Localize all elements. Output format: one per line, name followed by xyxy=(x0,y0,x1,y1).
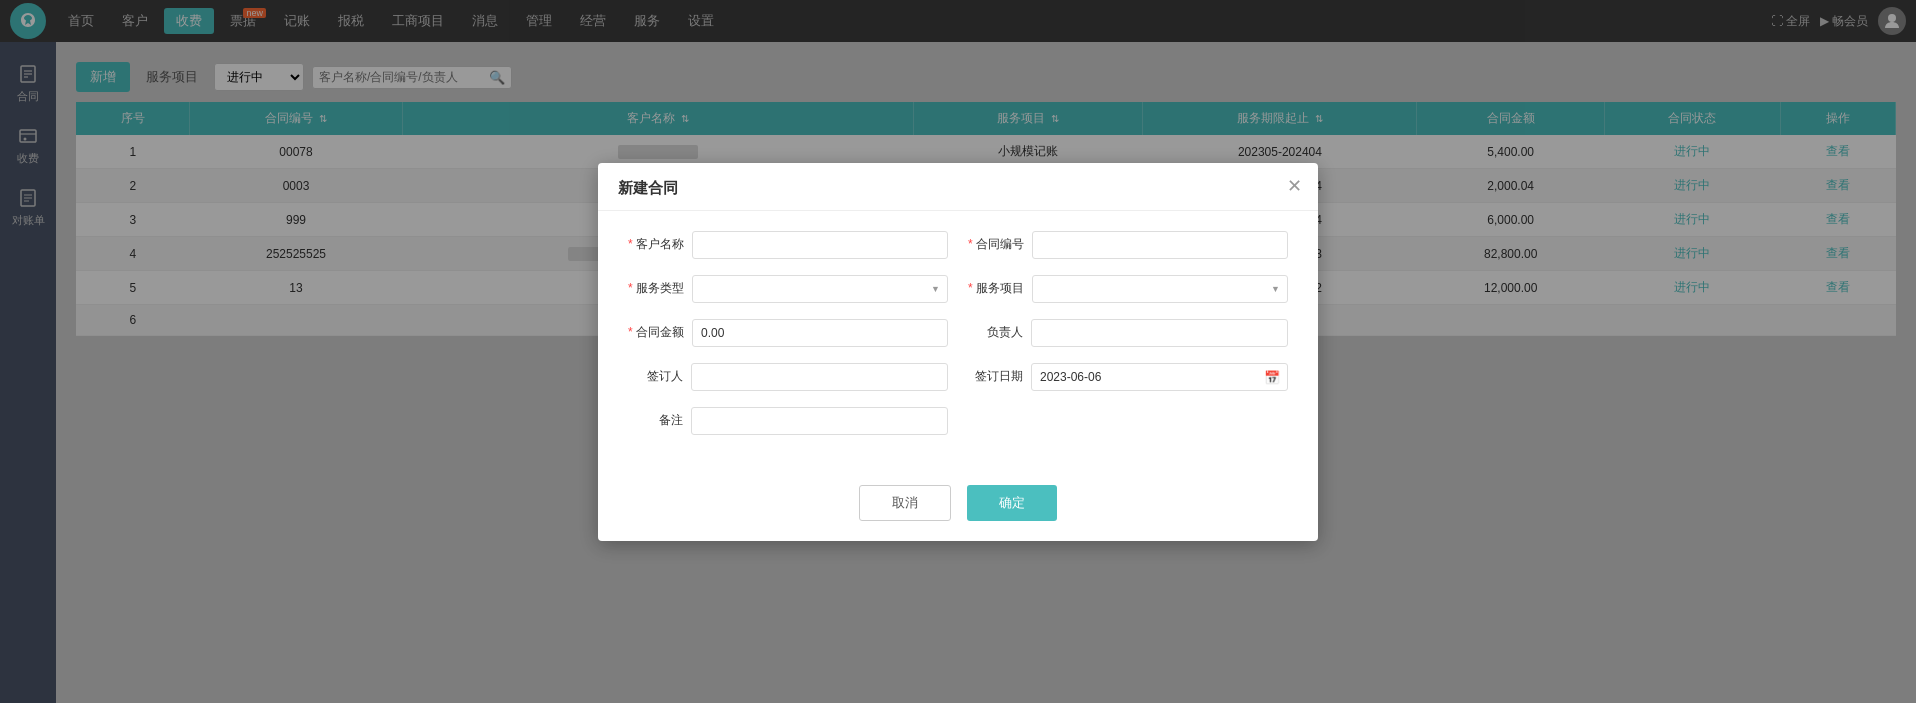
form-group-signer: 签订人 xyxy=(628,363,948,391)
cancel-button[interactable]: 取消 xyxy=(859,485,951,521)
form-row-5: 备注 xyxy=(628,407,1288,435)
form-group-customer: 客户名称 xyxy=(628,231,948,259)
notes-input[interactable] xyxy=(691,407,948,435)
sign-date-input[interactable] xyxy=(1031,363,1288,391)
service-item-select[interactable] xyxy=(1032,275,1288,303)
form-row-3: 合同金额 负责人 xyxy=(628,319,1288,347)
contract-no-label: 合同编号 xyxy=(968,236,1024,253)
responsible-input[interactable] xyxy=(1031,319,1288,347)
modal-overlay[interactable]: 新建合同 ✕ 客户名称 合同编号 服务类型 xyxy=(0,0,1916,703)
signer-label: 签订人 xyxy=(628,368,683,385)
sign-date-label: 签订日期 xyxy=(968,368,1023,385)
sign-date-wrap: 📅 xyxy=(1031,363,1288,391)
modal-footer: 取消 确定 xyxy=(598,471,1318,541)
form-row-1: 客户名称 合同编号 xyxy=(628,231,1288,259)
new-contract-modal: 新建合同 ✕ 客户名称 合同编号 服务类型 xyxy=(598,163,1318,541)
service-type-select[interactable] xyxy=(692,275,948,303)
customer-name-input[interactable] xyxy=(692,231,948,259)
amount-label: 合同金额 xyxy=(628,324,684,341)
form-group-service-item: 服务项目 xyxy=(968,275,1288,303)
modal-body: 客户名称 合同编号 服务类型 服 xyxy=(598,211,1318,471)
service-item-select-wrap xyxy=(1032,275,1288,303)
service-type-select-wrap xyxy=(692,275,948,303)
form-row-4: 签订人 签订日期 📅 xyxy=(628,363,1288,391)
signer-input[interactable] xyxy=(691,363,948,391)
form-group-responsible: 负责人 xyxy=(968,319,1288,347)
amount-input[interactable] xyxy=(692,319,948,347)
form-group-sign-date: 签订日期 📅 xyxy=(968,363,1288,391)
confirm-button[interactable]: 确定 xyxy=(967,485,1057,521)
modal-title: 新建合同 xyxy=(598,163,1318,211)
modal-close-button[interactable]: ✕ xyxy=(1287,175,1302,197)
form-group-contract-no: 合同编号 xyxy=(968,231,1288,259)
customer-name-label: 客户名称 xyxy=(628,236,684,253)
notes-label: 备注 xyxy=(628,412,683,429)
form-group-notes: 备注 xyxy=(628,407,948,435)
responsible-label: 负责人 xyxy=(968,324,1023,341)
calendar-icon[interactable]: 📅 xyxy=(1264,369,1280,384)
form-row-2: 服务类型 服务项目 xyxy=(628,275,1288,303)
form-group-amount: 合同金额 xyxy=(628,319,948,347)
service-item-label: 服务项目 xyxy=(968,280,1024,297)
contract-no-input[interactable] xyxy=(1032,231,1288,259)
form-group-service-type: 服务类型 xyxy=(628,275,948,303)
service-type-label: 服务类型 xyxy=(628,280,684,297)
